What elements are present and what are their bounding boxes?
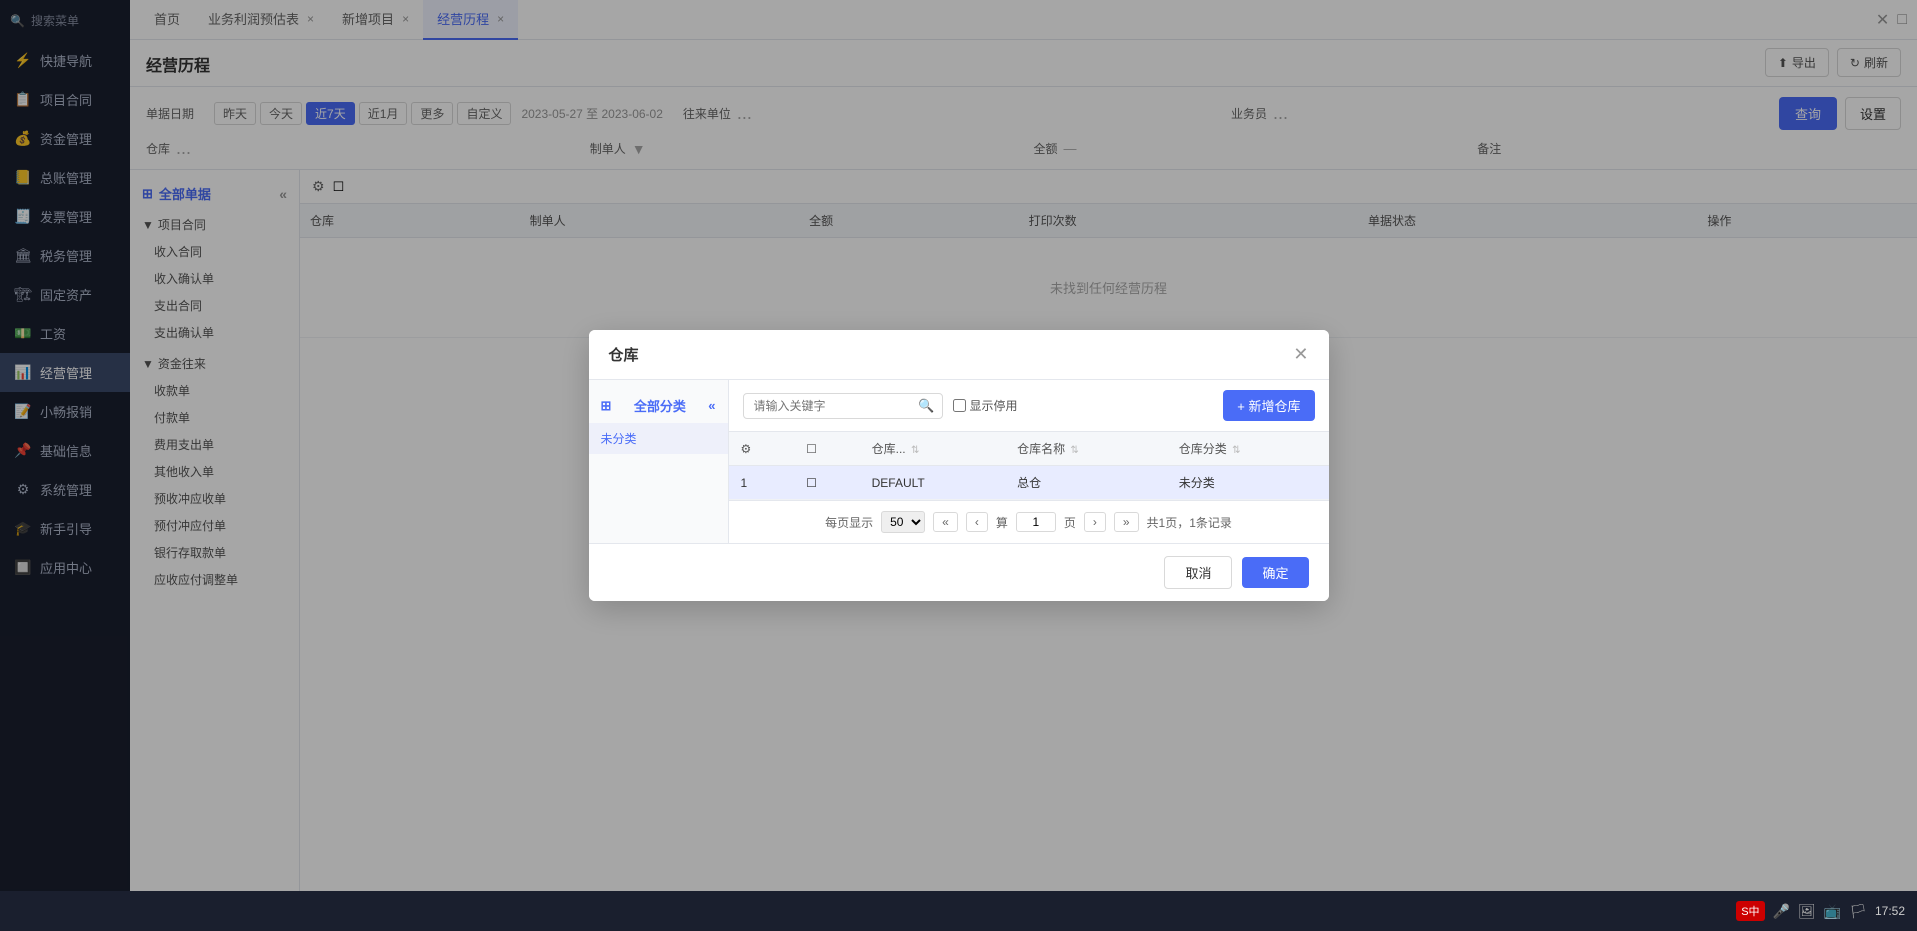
modal-col-code-sort: ⇅ [911,445,919,456]
modal-sidebar-uncategorized[interactable]: 未分类 [589,423,728,454]
modal-row-code: DEFAULT [860,466,1005,500]
confirm-button[interactable]: 确定 [1242,557,1308,588]
modal-col-category: 仓库分类 ⇅ [1167,432,1329,466]
taskbar: S中 🎤 🖼 📺 🏳 17:52 [0,891,1917,931]
show-disabled-checkbox[interactable] [953,399,966,412]
modal-toolbar: 🔍 显示停用 + 新增仓库 [729,380,1329,432]
modal-sidebar-grid-icon: ⊞ [601,398,612,414]
modal-first-page[interactable]: « [933,512,958,532]
modal-per-page-label: 每页显示 [825,514,873,531]
modal-footer: 取消 确定 [589,543,1329,601]
modal-col-name-label: 仓库名称 [1017,442,1065,456]
modal-table-row[interactable]: 1 ☐ DEFAULT 总仓 未分类 [729,466,1329,500]
modal-last-page[interactable]: » [1114,512,1139,532]
modal-sidebar-all-label: 全部分类 [634,396,686,415]
modal-col-code: 仓库... ⇅ [860,432,1005,466]
modal-page-input[interactable] [1016,512,1056,532]
taskbar-icon-4[interactable]: 📺 [1824,903,1841,920]
modal-col-category-sort: ⇅ [1232,445,1240,456]
modal-pagination: 每页显示 50 « ‹ 算 页 › » 共1页，1条记录 [729,500,1329,543]
modal-page-label: 算 [996,514,1008,531]
taskbar-icon-1[interactable]: S中 [1736,901,1764,921]
modal-prev-page[interactable]: ‹ [966,512,988,532]
cancel-button[interactable]: 取消 [1164,556,1232,589]
modal-col-code-label: 仓库... [872,442,906,456]
modal-col-settings: ⚙ [729,432,795,466]
modal-per-page-select[interactable]: 50 [881,511,925,533]
modal-next-page[interactable]: › [1084,512,1106,532]
modal-overlay[interactable]: 仓库 ✕ ⊞ 全部分类 « 未分类 [0,0,1917,931]
modal-title: 仓库 [609,344,639,365]
modal-page-unit: 页 [1064,514,1076,531]
modal-close-button[interactable]: ✕ [1293,344,1308,365]
modal-row-category: 未分类 [1167,466,1329,500]
modal-row-checkbox[interactable]: ☐ [794,466,860,500]
modal-search-input[interactable] [743,393,943,419]
modal-table-head: ⚙ ☐ 仓库... ⇅ 仓库名称 ⇅ [729,432,1329,466]
modal-total: 共1页，1条记录 [1147,514,1232,531]
warehouse-modal: 仓库 ✕ ⊞ 全部分类 « 未分类 [589,330,1329,601]
modal-col-name: 仓库名称 ⇅ [1005,432,1167,466]
modal-col-category-label: 仓库分类 [1179,442,1227,456]
add-warehouse-button[interactable]: + 新增仓库 [1223,390,1314,421]
modal-table: ⚙ ☐ 仓库... ⇅ 仓库名称 ⇅ [729,432,1329,500]
modal-sidebar-all[interactable]: ⊞ 全部分类 « [589,388,728,423]
modal-col-name-sort: ⇅ [1070,445,1078,456]
taskbar-time: 17:52 [1875,904,1905,918]
taskbar-icons: S中 🎤 🖼 📺 🏳 [1736,901,1867,921]
modal-table-body: 1 ☐ DEFAULT 总仓 未分类 [729,466,1329,500]
taskbar-icon-5[interactable]: 🏳 [1849,903,1867,920]
modal-header: 仓库 ✕ [589,330,1329,380]
modal-row-settings: 1 [729,466,795,500]
modal-body: ⊞ 全部分类 « 未分类 🔍 显示停用 [589,380,1329,543]
taskbar-icon-3[interactable]: 🖼 [1798,903,1816,920]
modal-table-wrap: ⚙ ☐ 仓库... ⇅ 仓库名称 ⇅ [729,432,1329,500]
taskbar-icon-2[interactable]: 🎤 [1773,903,1790,920]
show-disabled-text: 显示停用 [970,397,1018,414]
modal-sidebar: ⊞ 全部分类 « 未分类 [589,380,729,543]
modal-col-checkbox: ☐ [794,432,860,466]
modal-sidebar-uncategorized-label: 未分类 [601,432,637,446]
modal-row-name: 总仓 [1005,466,1167,500]
modal-search-wrap: 🔍 [743,393,943,419]
modal-sidebar-collapse-icon[interactable]: « [708,398,715,413]
modal-main: 🔍 显示停用 + 新增仓库 ⚙ ☐ [729,380,1329,543]
show-disabled-label[interactable]: 显示停用 [953,397,1018,414]
